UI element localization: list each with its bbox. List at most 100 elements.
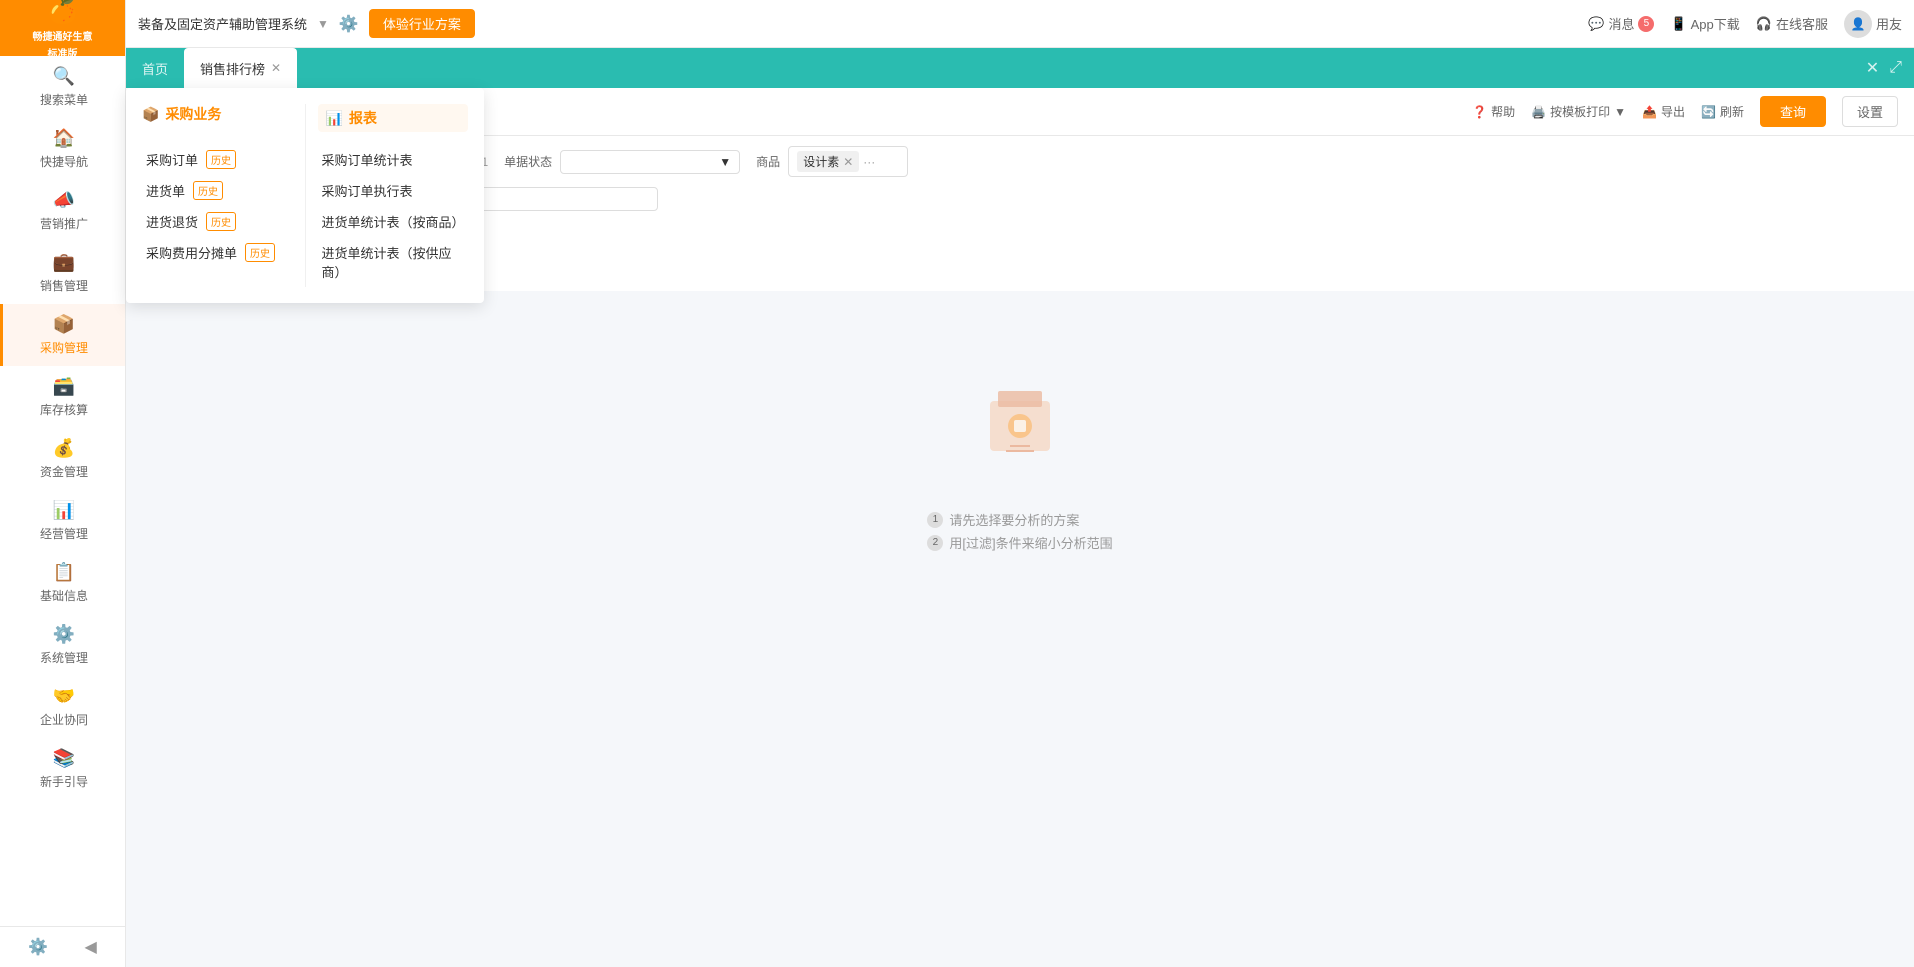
sidebar-item-marketing[interactable]: 📣 营销推广 (0, 180, 125, 242)
menu-item-purchase-expense[interactable]: 采购费用分摊单 历史 (142, 237, 293, 268)
query-button[interactable]: 查询 (1760, 96, 1826, 127)
sidebar-collapse-btn[interactable]: ◀ (84, 937, 96, 957)
voucher-status-select[interactable]: ▼ (560, 150, 740, 174)
voucher-status-label: 单据状态 (504, 153, 552, 170)
sidebar-item-basic[interactable]: 📋 基础信息 (0, 552, 125, 614)
header-title: 装备及固定资产辅助管理系统 (138, 14, 307, 33)
sidebar-item-enterprise[interactable]: 🤝 企业协同 (0, 676, 125, 738)
menu-item-purchase-order-stats[interactable]: 采购订单统计表 (318, 144, 469, 175)
headset-icon: 🎧 (1756, 16, 1772, 32)
phone-icon: 📱 (1670, 16, 1686, 32)
tab-home-label: 首页 (142, 59, 168, 78)
megaphone-icon: 📣 (53, 190, 75, 211)
tabbar-close-icon[interactable]: ✕ (1866, 58, 1879, 78)
briefcase-icon: 💼 (53, 252, 75, 273)
menu-purchase-label: 采购业务 (165, 104, 221, 124)
refresh-label: 刷新 (1720, 103, 1744, 120)
sidebar-item-guide-label: 新手引导 (40, 773, 88, 790)
settings-button[interactable]: 设置 (1842, 96, 1898, 127)
print-button[interactable]: 🖨️ 按模板打印 ▼ (1531, 103, 1626, 120)
menu-item-inbound-stats-supplier[interactable]: 进货单统计表（按供应商） (318, 237, 469, 287)
menu-item-purchase-expense-label: 采购费用分摊单 (146, 243, 237, 262)
menu-item-inbound[interactable]: 进货单 历史 (142, 175, 293, 206)
online-service-action[interactable]: 🎧 在线客服 (1756, 14, 1828, 33)
goods-tag: 设计素 ✕ (797, 151, 859, 172)
book-icon: 📚 (53, 748, 75, 769)
print-label: 按模板打印 (1550, 103, 1610, 120)
logo-subtitle: 畅捷通好生意 (33, 28, 93, 43)
sidebar-item-purchase-label: 采购管理 (40, 339, 88, 356)
salesperson-input[interactable]: ··· (458, 187, 658, 211)
menu-purchase-icon: 📦 (142, 106, 159, 123)
sidebar-item-guide[interactable]: 📚 新手引导 (0, 738, 125, 800)
sidebar-item-sales[interactable]: 💼 销售管理 (0, 242, 125, 304)
header-gear-icon[interactable]: ⚙️ (339, 14, 359, 34)
empty-illustration (970, 371, 1070, 490)
refresh-icon: 🔄 (1701, 105, 1716, 119)
export-label: 导出 (1661, 103, 1685, 120)
app-download-label: App下载 (1691, 14, 1740, 33)
sidebar-item-search[interactable]: 🔍 搜索菜单 (0, 56, 125, 118)
tabbar-expand-icon[interactable]: ⤢ (1889, 59, 1902, 77)
sidebar-item-purchase[interactable]: 📦 采购管理 (0, 304, 125, 366)
sidebar-item-quick-nav[interactable]: 🏠 快捷导航 (0, 118, 125, 180)
menu-report-title: 📊 报表 (318, 104, 469, 132)
handshake-icon: 🤝 (53, 686, 75, 707)
sidebar-settings-btn[interactable]: ⚙️ (28, 937, 48, 957)
messages-label: 消息 (1608, 14, 1634, 33)
hist-badge-inbound: 历史 (193, 181, 223, 200)
sidebar-item-system[interactable]: ⚙️ 系统管理 (0, 614, 125, 676)
menu-purchase-title: 📦 采购业务 (142, 104, 293, 132)
messages-action[interactable]: 💬 消息 5 (1588, 14, 1654, 33)
online-service-label: 在线客服 (1776, 14, 1828, 33)
header-dropdown-btn[interactable]: ▼ (317, 17, 329, 31)
goods-input[interactable]: 设计素 ✕ ··· (788, 146, 908, 177)
tab-home[interactable]: 首页 (126, 48, 184, 88)
sidebar-item-operations[interactable]: 📊 经营管理 (0, 490, 125, 552)
goods-tag-value: 设计素 (803, 153, 839, 170)
app-download-action[interactable]: 📱 App下载 (1670, 14, 1739, 33)
menu-item-purchase-order[interactable]: 采购订单 历史 (142, 144, 293, 175)
sidebar-item-finance[interactable]: 💰 资金管理 (0, 428, 125, 490)
goods-ellipsis: ··· (863, 155, 875, 169)
menu-col-purchase: 📦 采购业务 采购订单 历史 进货单 历史 进货退货 历史 采购费用分摊单 历史 (142, 104, 293, 287)
menu-item-purchase-order-exec[interactable]: 采购订单执行表 (318, 175, 469, 206)
sidebar-item-marketing-label: 营销推广 (40, 215, 88, 232)
goods-group: 商品 设计素 ✕ ··· (756, 146, 908, 177)
menu-item-inbound-return[interactable]: 进货退货 历史 (142, 206, 293, 237)
trial-button[interactable]: 体验行业方案 (369, 9, 475, 38)
header: 装备及固定资产辅助管理系统 ▼ ⚙️ 体验行业方案 💬 消息 5 📱 App下载… (126, 0, 1914, 48)
export-button[interactable]: 📤 导出 (1642, 103, 1685, 120)
menu-item-purchase-order-exec-label: 采购订单执行表 (322, 181, 413, 200)
sidebar-item-inventory[interactable]: 🗃️ 库存核算 (0, 366, 125, 428)
header-actions: 💬 消息 5 📱 App下载 🎧 在线客服 👤 用友 (1588, 10, 1902, 38)
gear-icon: ⚙️ (53, 624, 75, 645)
sidebar-logo: 🍊 畅捷通好生意 标准版 (0, 0, 125, 56)
empty-tip-2: 用[过滤]条件来缩小分析范围 (949, 533, 1112, 552)
print-dropdown-icon[interactable]: ▼ (1614, 105, 1626, 119)
empty-steps-list: 1 请先选择要分析的方案 2 用[过滤]条件来缩小分析范围 (927, 506, 1112, 556)
search-icon: 🔍 (53, 66, 75, 87)
user-label: 用友 (1876, 14, 1902, 33)
refresh-button[interactable]: 🔄 刷新 (1701, 103, 1744, 120)
voucher-status-group: 单据状态 ▼ (504, 150, 740, 174)
print-icon: 🖨️ (1531, 105, 1546, 119)
message-icon: 💬 (1588, 16, 1604, 32)
help-icon: ❓ (1472, 105, 1487, 119)
sidebar-bottom: ⚙️ ◀ (0, 926, 125, 967)
tab-close-icon[interactable]: ✕ (271, 61, 281, 75)
goods-tag-close-icon[interactable]: ✕ (843, 155, 853, 169)
menu-item-inbound-stats-goods[interactable]: 进货单统计表（按商品） (318, 206, 469, 237)
finance-icon: 💰 (53, 438, 75, 459)
tabbar-actions: ✕ ⤢ (1854, 58, 1914, 78)
menu-report-label: 报表 (349, 108, 377, 128)
sidebar-item-operations-label: 经营管理 (40, 525, 88, 542)
chart-icon: 📊 (53, 500, 75, 521)
help-button[interactable]: ❓ 帮助 (1472, 103, 1515, 120)
avatar: 👤 (1844, 10, 1872, 38)
user-action[interactable]: 👤 用友 (1844, 10, 1902, 38)
menu-divider (305, 104, 306, 287)
messages-badge: 5 (1638, 16, 1654, 32)
menu-item-inbound-stats-goods-label: 进货单统计表（按商品） (322, 212, 465, 231)
tab-sales-ranking[interactable]: 销售排行榜 ✕ (184, 48, 297, 88)
